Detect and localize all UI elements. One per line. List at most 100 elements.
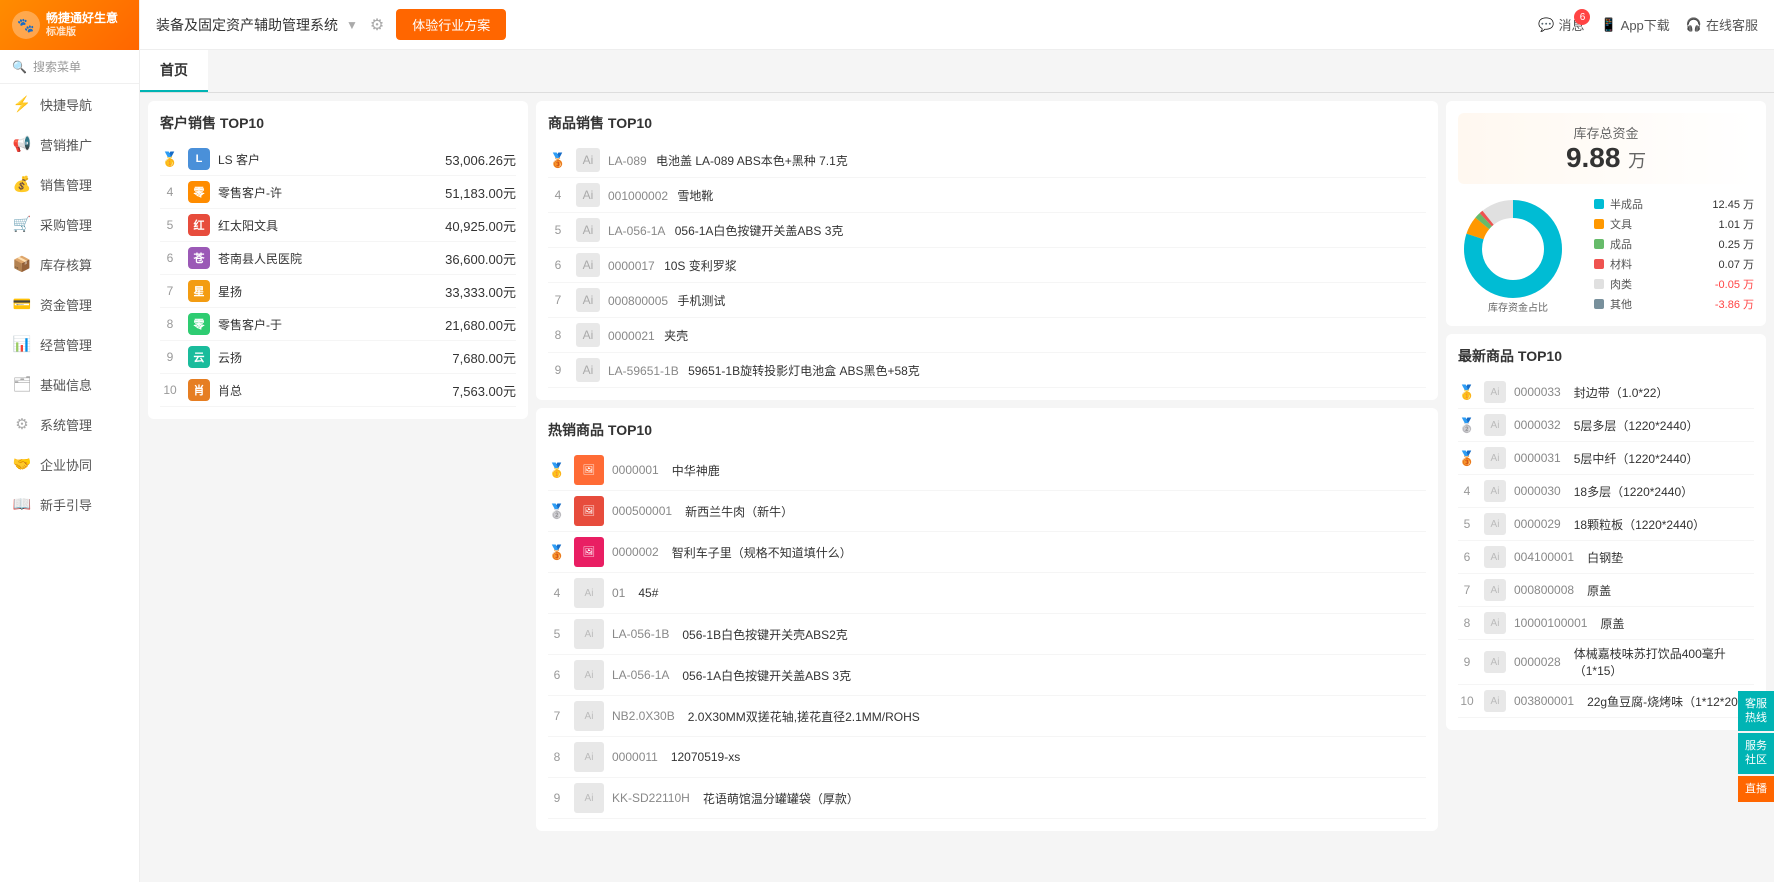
legend-item: 半成品 12.45 万: [1594, 196, 1754, 212]
message-badge: 6: [1574, 9, 1590, 25]
product-rank-item: 5 Ai LA-056-1A 056-1A白色按键开关盖ABS 3克: [548, 213, 1426, 248]
float-btn-community[interactable]: 服务社区: [1738, 733, 1774, 774]
legend-name: 半成品: [1610, 196, 1706, 212]
tab-home[interactable]: 首页: [140, 50, 208, 92]
legend-item: 材料 0.07 万: [1594, 256, 1754, 272]
legend-item: 文具 1.01 万: [1594, 216, 1754, 232]
nav-icon: ⚡: [12, 94, 32, 114]
new-product-image: Ai: [1484, 480, 1506, 502]
new-product-item: 5 Ai 0000029 18颗粒板（1220*2440）: [1458, 508, 1754, 541]
sidebar-item-xiaoshou[interactable]: 💰 销售管理: [0, 164, 139, 204]
inventory-card: 库存总资金 9.88 万: [1446, 101, 1766, 326]
right-column: 库存总资金 9.88 万: [1446, 101, 1766, 874]
new-product-code: 004100001: [1514, 550, 1574, 564]
rank-name: 星扬: [218, 283, 437, 300]
new-product-image: Ai: [1484, 546, 1506, 568]
mobile-icon: 📱: [1600, 17, 1616, 33]
sidebar-item-label: 新手引导: [40, 495, 92, 514]
legend-dot: [1594, 299, 1604, 309]
sidebar-item-xitong[interactable]: ⚙ 系统管理: [0, 404, 139, 444]
sales-rank-item: 6 苍 苍南县人民医院 36,600.00元: [160, 242, 516, 275]
app-download-button[interactable]: 📱 App下载: [1600, 15, 1669, 34]
nav-tabs: 首页: [140, 50, 1774, 93]
sidebar-item-caigou[interactable]: 🛒 采购管理: [0, 204, 139, 244]
gear-icon[interactable]: ⚙: [370, 15, 384, 35]
legend-item: 成品 0.25 万: [1594, 236, 1754, 252]
float-buttons: 客服热线 服务社区 直播: [1738, 691, 1774, 802]
legend-dot: [1594, 279, 1604, 289]
nav-icon: 🛒: [12, 214, 32, 234]
hot-product-item: 6 Ai LA-056-1A 056-1A白色按键开关盖ABS 3克: [548, 655, 1426, 696]
hot-product-item: 🥇 🖼 0000001 中华神鹿: [548, 450, 1426, 491]
product-image: Ai: [574, 619, 604, 649]
sidebar-item-zijin[interactable]: 💳 资金管理: [0, 284, 139, 324]
rank-value: 53,006.26元: [445, 150, 516, 169]
new-products-title: 最新商品 TOP10: [1458, 346, 1754, 366]
rank-value: 33,333.00元: [445, 282, 516, 301]
hot-code: LA-056-1B: [612, 627, 669, 641]
sidebar-item-qiye[interactable]: 🤝 企业协同: [0, 444, 139, 484]
product-code: LA-59651-1B: [608, 364, 679, 378]
rank-value: 7,563.00元: [452, 381, 516, 400]
service-icon: 🎧: [1686, 17, 1702, 33]
new-product-code: 10000100001: [1514, 616, 1587, 630]
hot-product-item: 9 Ai KK-SD22110H 花语萌馆温分罐罐袋（厚款）: [548, 778, 1426, 819]
hot-name: 056-1B白色按键开关壳ABS2克: [682, 626, 847, 643]
product-name: 电池盖 LA-089 ABS本色+黑种 7.1克: [656, 154, 848, 168]
rank-avatar: 肖: [188, 379, 210, 401]
legend-name: 成品: [1610, 236, 1713, 252]
nav-icon: 🗂: [12, 374, 32, 394]
search-icon: 🔍: [12, 60, 27, 74]
sales-rank-title: 客户销售 TOP10: [160, 113, 516, 133]
new-product-item: 8 Ai 10000100001 原盖: [1458, 607, 1754, 640]
product-rank-item: 4 Ai 001000002 雪地靴: [548, 178, 1426, 213]
sales-rank-list: 🥇 L LS 客户 53,006.26元 4 零 零售客户-许 51,183.0…: [160, 143, 516, 407]
new-product-image: Ai: [1484, 690, 1506, 712]
product-code: 001000002: [608, 189, 668, 203]
rank-value: 40,925.00元: [445, 216, 516, 235]
system-selector[interactable]: 装备及固定资产辅助管理系统 ▼: [156, 15, 358, 35]
product-code: LA-089: [608, 154, 647, 168]
product-rank-item: 8 Ai 0000021 夹壳: [548, 318, 1426, 353]
product-thumb: Ai: [576, 288, 600, 312]
product-rank-item: 7 Ai 000800005 手机测试: [548, 283, 1426, 318]
new-product-name: 封边带（1.0*22）: [1574, 384, 1669, 401]
online-service-button[interactable]: 🎧 在线客服: [1686, 15, 1758, 34]
sidebar-item-xinshou[interactable]: 📖 新手引导: [0, 484, 139, 524]
sidebar-item-kucun[interactable]: 📦 库存核算: [0, 244, 139, 284]
sidebar-item-label: 快捷导航: [40, 95, 92, 114]
product-code: LA-056-1A: [608, 224, 665, 238]
hot-product-item: 🥈 🖼 000500001 新西兰牛肉（新牛）: [548, 491, 1426, 532]
messages-button[interactable]: 💬 消息 6: [1538, 15, 1584, 34]
product-name: 056-1A白色按键开关盖ABS 3克: [675, 224, 844, 238]
product-rank-list: 🥉 Ai LA-089 电池盖 LA-089 ABS本色+黑种 7.1克 4 A…: [548, 143, 1426, 388]
product-image: Ai: [574, 742, 604, 772]
rank-number: 7: [160, 284, 180, 298]
sidebar-search[interactable]: 🔍 搜索菜单: [0, 50, 139, 84]
hot-products-list: 🥇 🖼 0000001 中华神鹿 🥈 🖼 000500001 新西兰牛肉（新牛）…: [548, 450, 1426, 819]
new-products-card: 最新商品 TOP10 🥇 Ai 0000033 封边带（1.0*22） 🥈 Ai…: [1446, 334, 1766, 730]
new-product-item: 4 Ai 0000030 18多层（1220*2440）: [1458, 475, 1754, 508]
sidebar-item-jingying[interactable]: 📊 经营管理: [0, 324, 139, 364]
rank-value: 51,183.00元: [445, 183, 516, 202]
product-thumb: Ai: [576, 323, 600, 347]
product-thumb: Ai: [576, 218, 600, 242]
sales-rank-item: 8 零 零售客户-于 21,680.00元: [160, 308, 516, 341]
topbar: 装备及固定资产辅助管理系统 ▼ ⚙ 体验行业方案 💬 消息 6 📱 App下载 …: [140, 0, 1774, 50]
float-btn-live[interactable]: 直播: [1738, 776, 1774, 802]
hot-code: 01: [612, 586, 625, 600]
new-product-name: 白钢垫: [1587, 549, 1623, 566]
sidebar-item-yingxiao[interactable]: 📢 营销推广: [0, 124, 139, 164]
rank-name: 零售客户-于: [218, 316, 437, 333]
product-name: 10S 变利罗浆: [664, 259, 737, 273]
sidebar-item-kuaijie[interactable]: ⚡ 快捷导航: [0, 84, 139, 124]
trial-button[interactable]: 体验行业方案: [396, 9, 506, 40]
product-info: 001000002 雪地靴: [608, 187, 1426, 204]
new-product-name: 体械嘉枝味苏打饮品400毫升（1*15）: [1574, 645, 1754, 679]
product-info: LA-089 电池盖 LA-089 ABS本色+黑种 7.1克: [608, 152, 1426, 169]
sales-rank-column: 客户销售 TOP10 🥇 L LS 客户 53,006.26元 4 零 零售客户…: [148, 101, 528, 874]
new-product-code: 0000033: [1514, 385, 1561, 399]
new-product-name: 18多层（1220*2440）: [1574, 483, 1693, 500]
float-btn-service[interactable]: 客服热线: [1738, 691, 1774, 732]
sidebar-item-jichu[interactable]: 🗂 基础信息: [0, 364, 139, 404]
